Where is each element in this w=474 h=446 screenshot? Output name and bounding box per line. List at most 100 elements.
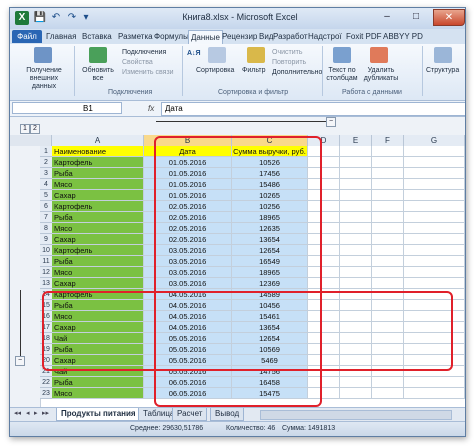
cell-empty[interactable] — [404, 344, 465, 355]
cell-empty[interactable] — [308, 190, 340, 201]
cell-name[interactable]: Сахар — [52, 234, 144, 245]
last-sheet-icon[interactable]: ▸▸ — [42, 409, 49, 417]
cell-revenue[interactable]: 14589 — [232, 289, 308, 300]
cell-revenue[interactable]: 5469 — [232, 355, 308, 366]
cell-date[interactable]: 04.05.2016 — [144, 311, 232, 322]
name-box[interactable]: B1 — [12, 102, 122, 114]
cell-date[interactable]: 03.05.2016 — [144, 245, 232, 256]
cell-name[interactable]: Рыба — [52, 256, 144, 267]
formula-input[interactable]: Дата — [161, 102, 465, 116]
edit-links-button[interactable]: Изменить связи — [122, 69, 174, 77]
cell-revenue[interactable]: 15461 — [232, 311, 308, 322]
cell-empty[interactable] — [372, 256, 404, 267]
cell-empty[interactable] — [404, 256, 465, 267]
cell-name[interactable]: Мясо — [52, 388, 144, 399]
save-icon[interactable]: 💾 — [33, 11, 47, 25]
cell-empty[interactable] — [308, 289, 340, 300]
cell-empty[interactable] — [340, 366, 372, 377]
cell-empty[interactable] — [404, 333, 465, 344]
sheet-tab-calc[interactable]: Расчет — [172, 408, 208, 421]
tab-formulas[interactable]: Формулы — [154, 30, 189, 43]
cell-empty[interactable] — [308, 366, 340, 377]
cell-revenue[interactable]: 13654 — [232, 234, 308, 245]
row-number[interactable]: 16 — [40, 311, 52, 322]
cell-date[interactable]: 05.05.2016 — [144, 355, 232, 366]
next-sheet-icon[interactable]: ▸ — [34, 409, 38, 417]
cell-empty[interactable] — [340, 267, 372, 278]
cell-date[interactable]: 01.05.2016 — [144, 168, 232, 179]
cell-revenue[interactable]: 12654 — [232, 245, 308, 256]
cell-revenue[interactable]: 15486 — [232, 179, 308, 190]
cell-empty[interactable] — [308, 212, 340, 223]
cell-date[interactable]: 05.05.2016 — [144, 333, 232, 344]
cell-empty[interactable] — [372, 190, 404, 201]
cell-date[interactable]: 02.05.2016 — [144, 234, 232, 245]
cell-revenue[interactable]: 18965 — [232, 212, 308, 223]
cell-empty[interactable] — [372, 311, 404, 322]
cell-date[interactable]: 01.05.2016 — [144, 179, 232, 190]
tab-data[interactable]: Данные — [188, 30, 223, 44]
cell-date[interactable]: 01.05.2016 — [144, 190, 232, 201]
cell-date[interactable]: 04.05.2016 — [144, 289, 232, 300]
cell-empty[interactable] — [340, 300, 372, 311]
tab-developer[interactable]: Разработ — [273, 30, 308, 43]
row-number[interactable]: 4 — [40, 179, 52, 190]
row-number[interactable]: 14 — [40, 289, 52, 300]
cell-name[interactable]: Картофель — [52, 245, 144, 256]
cell-name[interactable]: Мясо — [52, 223, 144, 234]
cell-empty[interactable] — [308, 322, 340, 333]
cell-empty[interactable] — [372, 179, 404, 190]
cell-name[interactable]: Рыба — [52, 300, 144, 311]
tab-insert[interactable]: Вставка — [82, 30, 112, 43]
tab-view[interactable]: Вид — [259, 30, 273, 43]
cell-empty[interactable] — [372, 267, 404, 278]
cell-name[interactable]: Картофель — [52, 157, 144, 168]
cell-empty[interactable] — [372, 333, 404, 344]
outline-button[interactable]: Структура — [426, 67, 459, 75]
first-sheet-icon[interactable]: ◂◂ — [14, 409, 21, 417]
cell-empty[interactable] — [404, 146, 465, 157]
cell-empty[interactable] — [308, 278, 340, 289]
cell-date[interactable]: 01.05.2016 — [144, 157, 232, 168]
cell-empty[interactable] — [372, 388, 404, 399]
cell-empty[interactable] — [372, 245, 404, 256]
cell-revenue[interactable]: 10256 — [232, 201, 308, 212]
sheet-tab-products[interactable]: Продукты питания — [56, 408, 141, 421]
tab-home[interactable]: Главная — [46, 30, 76, 43]
cell-empty[interactable] — [404, 223, 465, 234]
text-to-columns-button[interactable]: Текст по столбцам — [324, 67, 360, 83]
outline-level-2-button[interactable]: 2 — [30, 124, 40, 134]
horizontal-scrollbar[interactable] — [260, 410, 452, 420]
cell-name[interactable]: Сахар — [52, 322, 144, 333]
cell-empty[interactable] — [340, 322, 372, 333]
cell-date[interactable]: 04.05.2016 — [144, 322, 232, 333]
cell-empty[interactable] — [340, 245, 372, 256]
cell-date[interactable]: 02.05.2016 — [144, 212, 232, 223]
cell-empty[interactable] — [308, 223, 340, 234]
column-header-d[interactable]: D — [308, 135, 340, 146]
cell-empty[interactable] — [340, 234, 372, 245]
remove-duplicates-button[interactable]: Удалить дубликаты — [360, 67, 402, 83]
cell-name[interactable]: Чай — [52, 333, 144, 344]
cell-revenue[interactable]: 12654 — [232, 333, 308, 344]
cell-empty[interactable] — [372, 366, 404, 377]
cell-name[interactable]: Чай — [52, 366, 144, 377]
column-header-a[interactable]: A — [52, 135, 144, 146]
cell-revenue[interactable]: 13654 — [232, 322, 308, 333]
cell-empty[interactable] — [372, 212, 404, 223]
insert-function-button[interactable]: fx — [148, 102, 154, 115]
cell-revenue[interactable]: 12635 — [232, 223, 308, 234]
redo-icon[interactable]: ↷ — [65, 11, 79, 25]
cell-date[interactable]: 04.05.2016 — [144, 300, 232, 311]
cell-name[interactable]: Картофель — [52, 201, 144, 212]
cell-name[interactable]: Рыба — [52, 377, 144, 388]
cell-empty[interactable] — [372, 157, 404, 168]
cell-empty[interactable] — [372, 322, 404, 333]
row-number[interactable]: 13 — [40, 278, 52, 289]
row-number[interactable]: 7 — [40, 212, 52, 223]
cell-revenue[interactable]: 18965 — [232, 267, 308, 278]
row-number[interactable]: 12 — [40, 267, 52, 278]
cell-empty[interactable] — [308, 311, 340, 322]
cell-empty[interactable] — [308, 267, 340, 278]
sort-az-button[interactable]: А↓Я — [187, 50, 201, 58]
